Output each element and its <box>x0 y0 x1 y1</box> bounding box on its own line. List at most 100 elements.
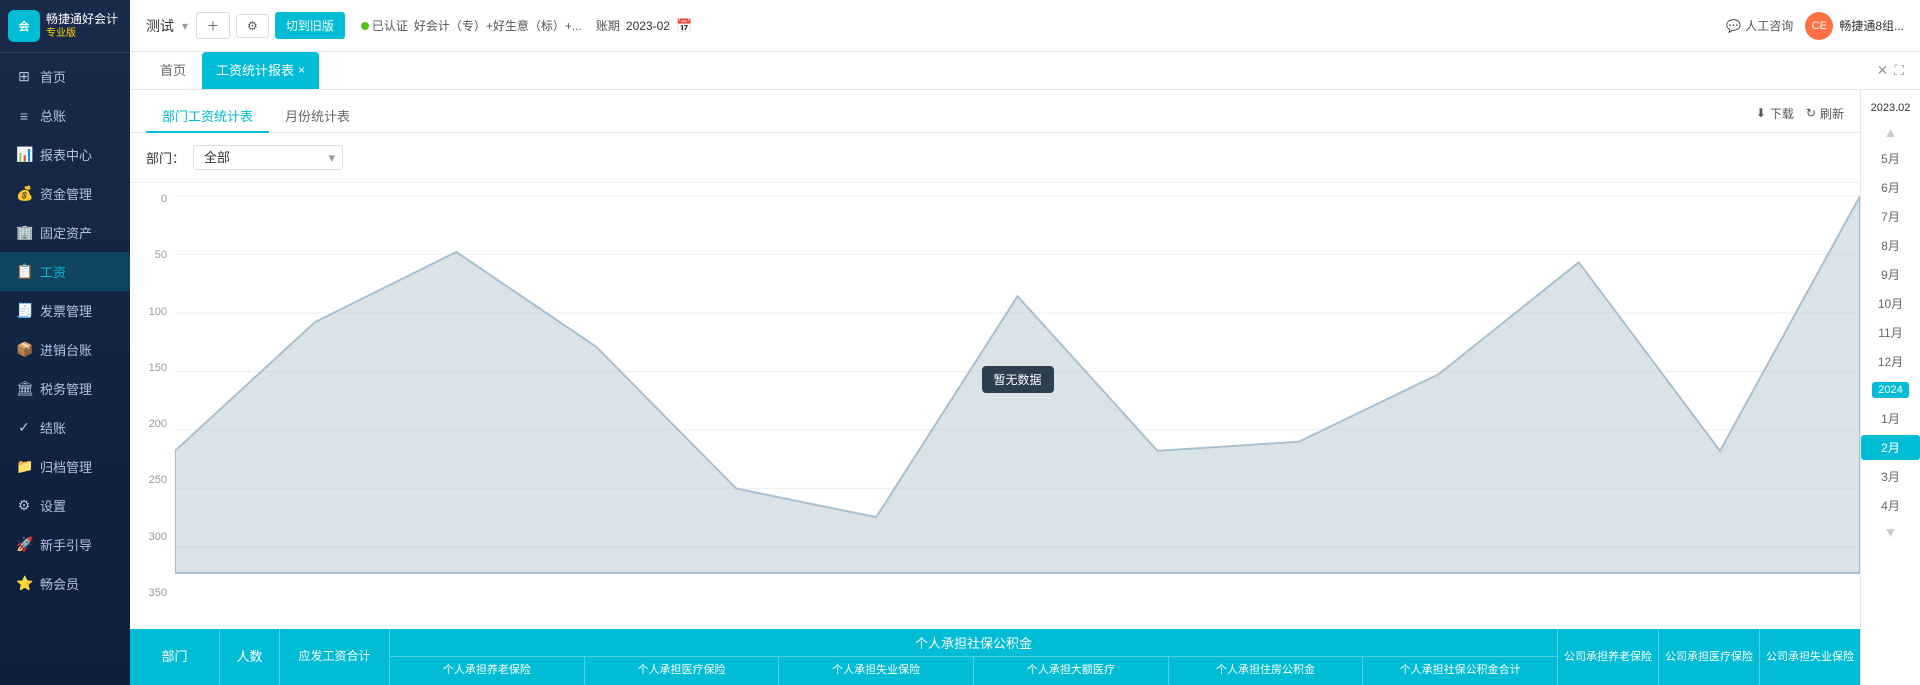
app-logo-text: 畅捷通好会计 专业版 <box>46 12 118 41</box>
chart-container: 350 300 250 200 150 100 50 0 <box>130 183 1860 629</box>
download-button[interactable]: ⬇ 下载 <box>1756 105 1794 122</box>
close-panel-icon[interactable]: ✕ <box>1876 62 1888 79</box>
y-label-100: 100 <box>130 306 175 318</box>
right-panel-month-12[interactable]: 12月 <box>1861 349 1920 374</box>
y-label-200: 200 <box>130 418 175 430</box>
avatar: CE <box>1805 12 1833 40</box>
col-personal-medical: 个人承担医疗保险 <box>585 657 780 685</box>
col-personal-pension: 个人承担养老保险 <box>390 657 585 685</box>
sidebar-item-archive[interactable]: 📁 归档管理 <box>0 447 130 486</box>
right-panel-month-4[interactable]: 4月 <box>1861 493 1920 518</box>
col-personal-total: 个人承担社保公积金合计 <box>1363 657 1558 685</box>
user-area: CE 畅捷通8组... <box>1805 12 1904 40</box>
sidebar-item-label: 报表中心 <box>40 145 92 164</box>
col-personal-large-medical: 个人承担大额医疗 <box>974 657 1169 685</box>
refresh-button[interactable]: ↻ 刷新 <box>1806 105 1844 122</box>
chart-wrapper: 350 300 250 200 150 100 50 0 <box>130 183 1860 629</box>
sidebar-item-assets[interactable]: 🏢 固定资产 <box>0 213 130 252</box>
sidebar-item-closing[interactable]: ✓ 结账 <box>0 408 130 447</box>
sidebar-item-label: 固定资产 <box>40 223 92 242</box>
sidebar-item-ledger[interactable]: ≡ 总账 <box>0 96 130 135</box>
sidebar-item-sales[interactable]: 📦 进销台账 <box>0 330 130 369</box>
col-personal-housing: 个人承担住房公积金 <box>1169 657 1364 685</box>
right-panel-month-3[interactable]: 3月 <box>1861 464 1920 489</box>
tab-home[interactable]: 首页 <box>146 52 200 89</box>
col-company-unemployment: 公司承担失业保险 <box>1760 629 1860 685</box>
y-label-350: 350 <box>130 587 175 599</box>
sidebar-item-guide[interactable]: 🚀 新手引导 <box>0 525 130 564</box>
sidebar-item-label: 税务管理 <box>40 379 92 398</box>
right-panel-month-6[interactable]: 6月 <box>1861 175 1920 200</box>
sidebar-item-label: 归档管理 <box>40 457 92 476</box>
table-header: 部门 人数 应发工资合计 个人承担社保公积金 个人承担养老保险 <box>130 629 1860 685</box>
sidebar-item-member[interactable]: ⭐ 畅会员 <box>0 564 130 603</box>
right-panel-month-5[interactable]: 5月 <box>1861 146 1920 171</box>
tabs-bar: 首页 工资统计报表 × ✕ ⛶ <box>130 52 1920 90</box>
app-logo-icon: 会 <box>8 10 40 42</box>
right-panel-month-8[interactable]: 8月 <box>1861 233 1920 258</box>
sidebar-item-home[interactable]: ⊞ 首页 <box>0 57 130 96</box>
y-label-250: 250 <box>130 474 175 486</box>
period-value: 2023-02 <box>626 19 670 33</box>
switch-old-button[interactable]: 切到旧版 <box>275 12 345 39</box>
archive-icon: 📁 <box>16 458 32 475</box>
sidebar-item-label: 进销台账 <box>40 340 92 359</box>
sidebar-item-label: 资金管理 <box>40 184 92 203</box>
y-label-150: 150 <box>130 362 175 374</box>
sidebar-item-invoice[interactable]: 🧾 发票管理 <box>0 291 130 330</box>
right-panel-up-arrow[interactable]: ▲ <box>1882 122 1900 142</box>
sidebar-item-label: 新手引导 <box>40 535 92 554</box>
member-icon: ⭐ <box>16 575 32 592</box>
ledger-icon: ≡ <box>16 108 32 124</box>
y-label-50: 50 <box>130 249 175 261</box>
right-panel-month-1[interactable]: 1月 <box>1861 406 1920 431</box>
sub-tab-monthly[interactable]: 月份统计表 <box>269 100 366 133</box>
table-col-dept: 部门 <box>130 629 220 685</box>
right-panel-month-9[interactable]: 9月 <box>1861 262 1920 287</box>
tab-close-icon[interactable]: × <box>298 63 305 77</box>
settings-button[interactable]: ⚙ <box>236 14 269 38</box>
dept-filter-select[interactable]: 全部 财务部 销售部 行政部 技术部 <box>193 145 343 170</box>
right-panel-month-10[interactable]: 10月 <box>1861 291 1920 316</box>
sidebar-item-tax[interactable]: 🏛 税务管理 <box>0 369 130 408</box>
sub-tab-dept[interactable]: 部门工资统计表 <box>146 100 269 133</box>
calendar-icon[interactable]: 📅 <box>676 18 692 34</box>
dropdown-arrow-icon[interactable]: ▾ <box>182 19 188 33</box>
right-panel-month-2[interactable]: 2月 <box>1861 435 1920 460</box>
guide-icon: 🚀 <box>16 536 32 553</box>
tab-actions: ✕ ⛶ <box>1876 62 1904 79</box>
topbar-status: 已认证 好会计（专）+好生意（标）+... 账期 2023-02 📅 <box>361 17 692 34</box>
sidebar-item-settings[interactable]: ⚙ 设置 <box>0 486 130 525</box>
sidebar-item-payroll[interactable]: 📋 工资 <box>0 252 130 291</box>
closing-icon: ✓ <box>16 419 32 436</box>
tab-home-label: 首页 <box>160 63 186 78</box>
right-panel-down-arrow[interactable]: ▼ <box>1882 522 1900 542</box>
sidebar-item-funds[interactable]: 💰 资金管理 <box>0 174 130 213</box>
certified-dot-icon <box>361 22 369 30</box>
right-panel-month-7[interactable]: 7月 <box>1861 204 1920 229</box>
sidebar-item-label: 设置 <box>40 496 66 515</box>
assets-icon: 🏢 <box>16 224 32 241</box>
right-panel-year-2024[interactable]: 2024 <box>1872 382 1908 398</box>
reports-icon: 📊 <box>16 146 32 163</box>
sidebar-logo: 会 畅捷通好会计 专业版 <box>0 0 130 53</box>
add-button[interactable]: ＋ <box>196 12 230 39</box>
main-area: 测试 ▾ ＋ ⚙ 切到旧版 已认证 好会计（专）+好生意（标）+... 账期 2… <box>130 0 1920 685</box>
dept-filter-label: 部门： <box>146 148 185 167</box>
payroll-icon: 📋 <box>16 263 32 280</box>
consult-button[interactable]: 💬 人工咨询 <box>1726 17 1793 34</box>
col-company-pension: 公司承担养老保险 <box>1558 629 1659 685</box>
expand-icon[interactable]: ⛶ <box>1894 62 1904 79</box>
sidebar-nav: ⊞ 首页 ≡ 总账 📊 报表中心 💰 资金管理 🏢 固定资产 📋 工资 🧾 发票… <box>0 53 130 685</box>
table-col-count: 人数 <box>220 629 280 685</box>
chart-svg: 暂无数据 <box>175 183 1860 599</box>
tab-payroll-report[interactable]: 工资统计报表 × <box>202 52 319 89</box>
sidebar-item-reports[interactable]: 📊 报表中心 <box>0 135 130 174</box>
funds-icon: 💰 <box>16 185 32 202</box>
sidebar-item-label: 结账 <box>40 418 66 437</box>
sub-tabs: 部门工资统计表 月份统计表 ⬇ 下载 ↻ 刷新 <box>130 90 1860 133</box>
right-panel-month-11[interactable]: 11月 <box>1861 320 1920 345</box>
topbar-title: 测试 <box>146 16 174 36</box>
topbar-actions: ＋ ⚙ 切到旧版 <box>196 12 345 39</box>
dept-filter-wrap: 全部 财务部 销售部 行政部 技术部 <box>193 145 343 170</box>
